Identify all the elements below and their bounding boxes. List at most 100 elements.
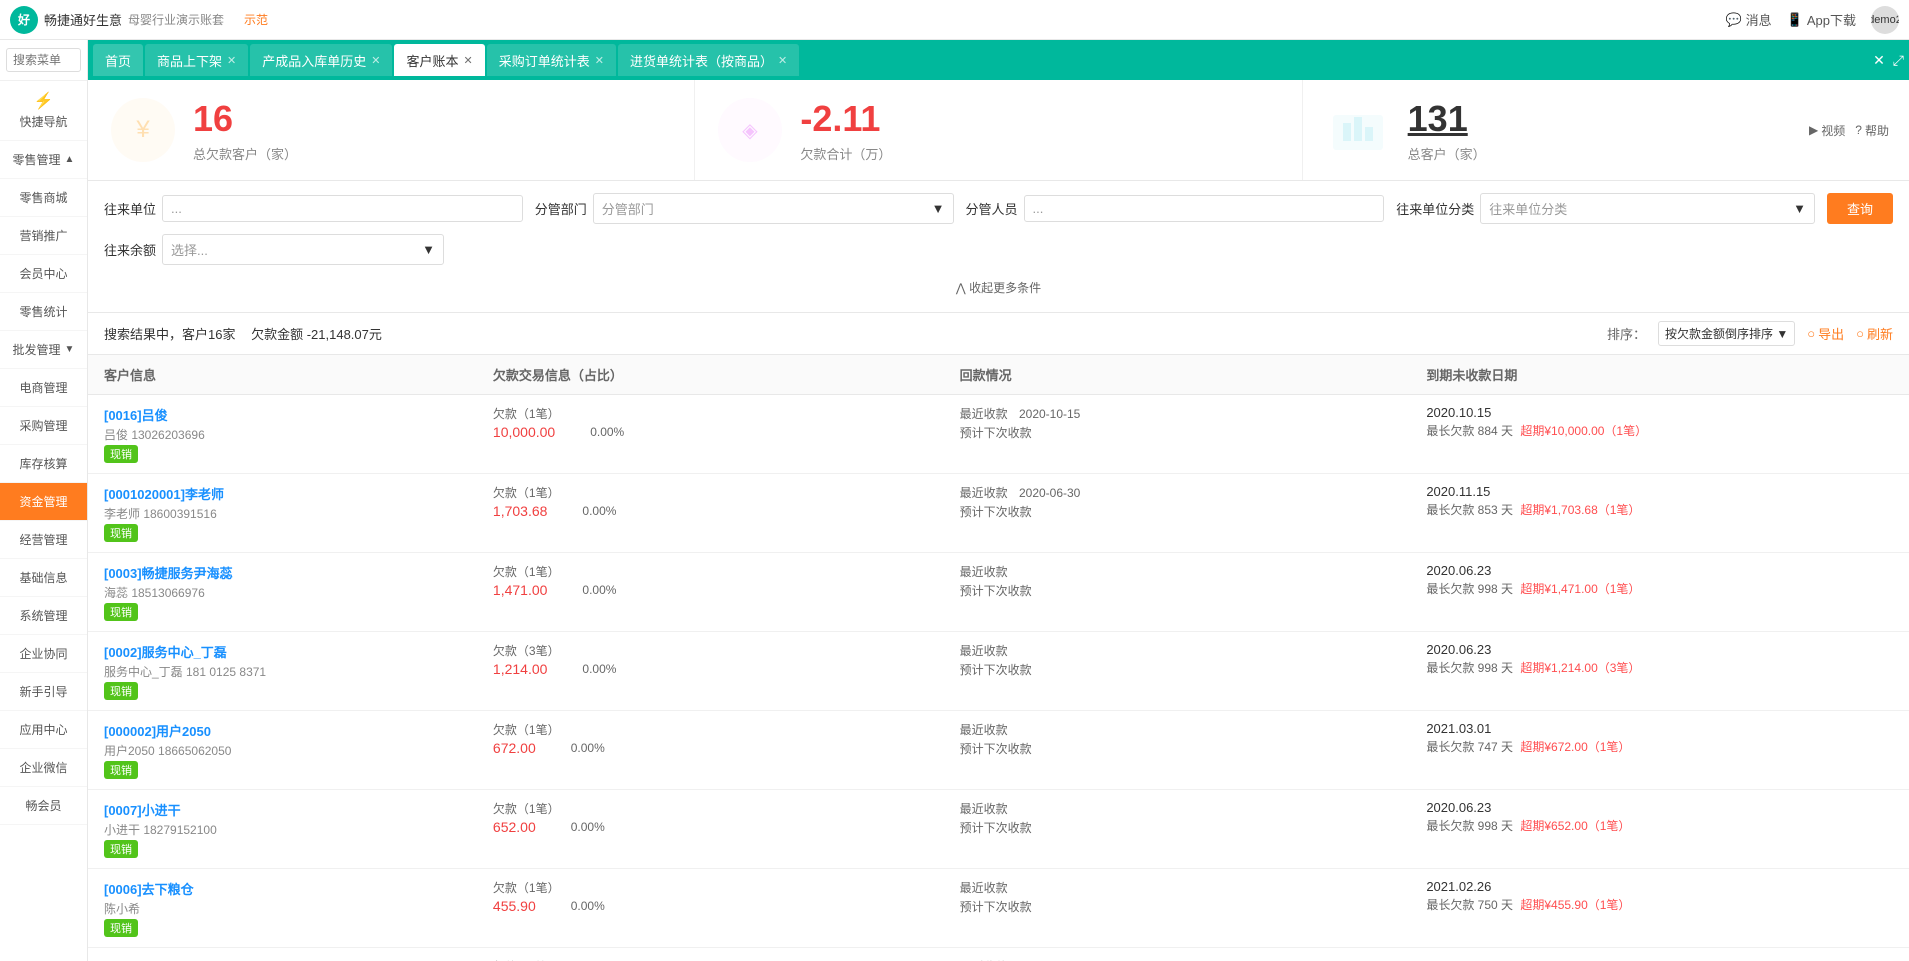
sidebar-item-retail-mall[interactable]: 零售商城 xyxy=(0,179,87,217)
customer-name[interactable]: [0001020001]李老师 xyxy=(104,484,493,503)
next-payment: 预计下次收款 xyxy=(960,740,1427,757)
customer-name[interactable]: [000002]用户2050 xyxy=(104,721,493,740)
sort-select[interactable]: 按欠款金额倒序排序 ▼ xyxy=(1658,321,1795,346)
table-row: [0001020001]李老师 李老师 18600391516 现销 欠款（1笔… xyxy=(88,474,1909,553)
sidebar-item-marketing[interactable]: 营销推广 xyxy=(0,217,87,255)
help-btn[interactable]: ? 帮助 xyxy=(1855,122,1889,139)
tab-home[interactable]: 首页 xyxy=(93,44,143,76)
chevron-up-icon: ⋀ xyxy=(956,281,966,295)
customer-name[interactable]: [0006]去下粮仓 xyxy=(104,879,493,898)
video-btn[interactable]: ▶ 视频 xyxy=(1809,122,1845,139)
overdue-days: 最长欠款 884 天 xyxy=(1426,424,1513,438)
customer-name[interactable]: [0003]畅捷服务尹海蕊 xyxy=(104,563,493,582)
download-icon: 📱 xyxy=(1787,12,1803,28)
sidebar-item-quick-nav[interactable]: ⚡ 快捷导航 xyxy=(0,81,87,141)
filter-category-label: 往来单位分类 xyxy=(1396,199,1474,218)
avatar[interactable]: demo2 xyxy=(1871,6,1899,34)
chevron-down-icon: ▼ xyxy=(1793,201,1806,216)
tab-close-icon[interactable]: ✕ xyxy=(464,54,473,67)
tab-close-icon[interactable]: ✕ xyxy=(371,54,380,67)
sidebar-item-member-vip[interactable]: 畅会员 xyxy=(0,787,87,825)
sidebar-item-appcenter[interactable]: 应用中心 xyxy=(0,711,87,749)
tab-purchase-stats[interactable]: 进货单统计表（按商品） ✕ xyxy=(618,44,799,76)
sidebar-item-member[interactable]: 会员中心 xyxy=(0,255,87,293)
sidebar-item-capital[interactable]: 资金管理 xyxy=(0,483,87,521)
overdue-link[interactable]: 超期¥1,703.68（1笔） xyxy=(1520,503,1640,517)
sidebar-item-purchase[interactable]: 采购管理 xyxy=(0,407,87,445)
filter-dept-select[interactable]: 分管部门 ▼ xyxy=(593,193,954,224)
results-bar: 搜索结果中，客户16家 欠款金额 -21,148.07元 排序： 按欠款金额倒序… xyxy=(88,313,1909,355)
recovery-info: 最近收款 2020-06-30 预计下次收款 xyxy=(960,484,1427,520)
tab-product-history[interactable]: 产成品入库单历史 ✕ xyxy=(250,44,392,76)
sidebar-item-wechat[interactable]: 企业微信 xyxy=(0,749,87,787)
tab-bar: 首页 商品上下架 ✕ 产成品入库单历史 ✕ 客户账本 ✕ 采购订单统计表 ✕ xyxy=(88,40,1909,80)
filter-category-select[interactable]: 往来单位分类 ▼ xyxy=(1480,193,1815,224)
app-container: 好 畅捷通好生意 母婴行业演示账套 示范 💬 消息 📱 App下载 demo2 xyxy=(0,0,1909,961)
debt-info: 欠款（1笔） 672.00 0.00% xyxy=(493,721,960,758)
customer-name[interactable]: [0002]服务中心_丁磊 xyxy=(104,642,493,661)
search-input[interactable] xyxy=(6,48,81,72)
tab-customer-account[interactable]: 客户账本 ✕ xyxy=(394,44,484,76)
sidebar-item-retail-stats[interactable]: 零售统计 xyxy=(0,293,87,331)
filter-unit-label: 往来单位 xyxy=(104,199,156,218)
customer-info: [0002]服务中心_丁磊 服务中心_丁磊 181 0125 8371 现销 xyxy=(104,642,493,700)
overdue-link[interactable]: 超期¥1,214.00（3笔） xyxy=(1520,661,1640,675)
app-download-btn[interactable]: 📱 App下载 xyxy=(1787,10,1856,29)
content-area: 首页 商品上下架 ✕ 产成品入库单历史 ✕ 客户账本 ✕ 采购订单统计表 ✕ xyxy=(88,40,1909,961)
sidebar-item-batch-mgmt[interactable]: 批发管理 ▼ xyxy=(0,331,87,369)
tab-close-icon[interactable]: ✕ xyxy=(595,54,604,67)
overdue-info: 2020.10.15 最长欠款 884 天 超期¥10,000.00（1笔） xyxy=(1426,405,1893,439)
filter-dept: 分管部门 分管部门 ▼ xyxy=(535,193,954,224)
svg-text:◈: ◈ xyxy=(743,120,759,142)
sidebar-item-basic[interactable]: 基础信息 xyxy=(0,559,87,597)
sidebar-item-ops[interactable]: 经营管理 xyxy=(0,521,87,559)
tab-purchase-order[interactable]: 采购订单统计表 ✕ xyxy=(487,44,616,76)
filter-unit-input[interactable]: ... xyxy=(162,195,523,222)
refresh-icon: ○ xyxy=(1856,326,1864,341)
tab-close-icon[interactable]: ✕ xyxy=(227,54,236,67)
export-btn[interactable]: ○ 导出 xyxy=(1807,324,1844,343)
last-payment-label: 最近收款 xyxy=(960,563,1427,580)
user-name: demo2 xyxy=(1871,14,1899,26)
search-button[interactable]: 查询 xyxy=(1827,193,1893,224)
debt-ratio: 0.00% xyxy=(571,741,605,755)
debt-count: 欠款（1笔） xyxy=(493,721,960,738)
close-all-icon[interactable]: ✕ xyxy=(1873,52,1885,69)
sidebar-item-sys[interactable]: 系统管理 xyxy=(0,597,87,635)
nav-link[interactable]: 示范 xyxy=(244,11,268,28)
customer-name[interactable]: [0016]吕俊 xyxy=(104,405,493,424)
filter-person-input[interactable]: ... xyxy=(1024,195,1385,222)
customer-name[interactable]: [0007]小进干 xyxy=(104,800,493,819)
sidebar-item-inventory[interactable]: 库存核算 xyxy=(0,445,87,483)
help-label: 帮助 xyxy=(1865,122,1889,139)
sort-value: 按欠款金额倒序排序 xyxy=(1665,327,1773,341)
video-icon: ▶ xyxy=(1809,123,1818,137)
sidebar-label: 零售管理 xyxy=(13,151,61,168)
debt-amount: 455.90 xyxy=(493,898,536,914)
sidebar-item-ecommerce[interactable]: 电商管理 xyxy=(0,369,87,407)
stat-card-total-customers: 131 总客户（家） ▶ 视频 ? 帮助 xyxy=(1303,80,1909,180)
tab-product-offline[interactable]: 商品上下架 ✕ xyxy=(145,44,248,76)
overdue-link[interactable]: 超期¥652.00（1笔） xyxy=(1520,819,1630,833)
overdue-link[interactable]: 超期¥672.00（1笔） xyxy=(1520,740,1630,754)
next-payment: 预计下次收款 xyxy=(960,424,1427,441)
fullscreen-icon[interactable]: ⤢ xyxy=(1893,52,1904,69)
message-btn[interactable]: 💬 消息 xyxy=(1725,10,1771,29)
quick-nav-icon: ⚡ xyxy=(6,91,81,111)
filter-balance-select[interactable]: 选择... ▼ xyxy=(162,234,444,265)
sidebar-item-retail-mgmt[interactable]: 零售管理 ▲ xyxy=(0,141,87,179)
collapse-row[interactable]: ⋀ 收起更多条件 xyxy=(104,275,1893,300)
debt-info: 欠款（1笔） 455.90 0.00% xyxy=(493,879,960,916)
overdue-link[interactable]: 超期¥1,471.00（1笔） xyxy=(1520,582,1640,596)
debt-amount: 10,000.00 xyxy=(493,424,555,440)
overdue-link[interactable]: 超期¥10,000.00（1笔） xyxy=(1520,424,1647,438)
export-icon: ○ xyxy=(1807,326,1815,341)
last-payment-label: 最近收款 xyxy=(960,407,1008,421)
overdue-link[interactable]: 超期¥455.90（1笔） xyxy=(1520,898,1630,912)
sidebar-item-newbie[interactable]: 新手引导 xyxy=(0,673,87,711)
overdue-days: 最长欠款 853 天 xyxy=(1426,503,1513,517)
sidebar-item-collab[interactable]: 企业协同 xyxy=(0,635,87,673)
tab-close-icon[interactable]: ✕ xyxy=(778,54,787,67)
overdue-days: 最长欠款 998 天 xyxy=(1426,819,1513,833)
refresh-btn[interactable]: ○ 刷新 xyxy=(1856,324,1893,343)
